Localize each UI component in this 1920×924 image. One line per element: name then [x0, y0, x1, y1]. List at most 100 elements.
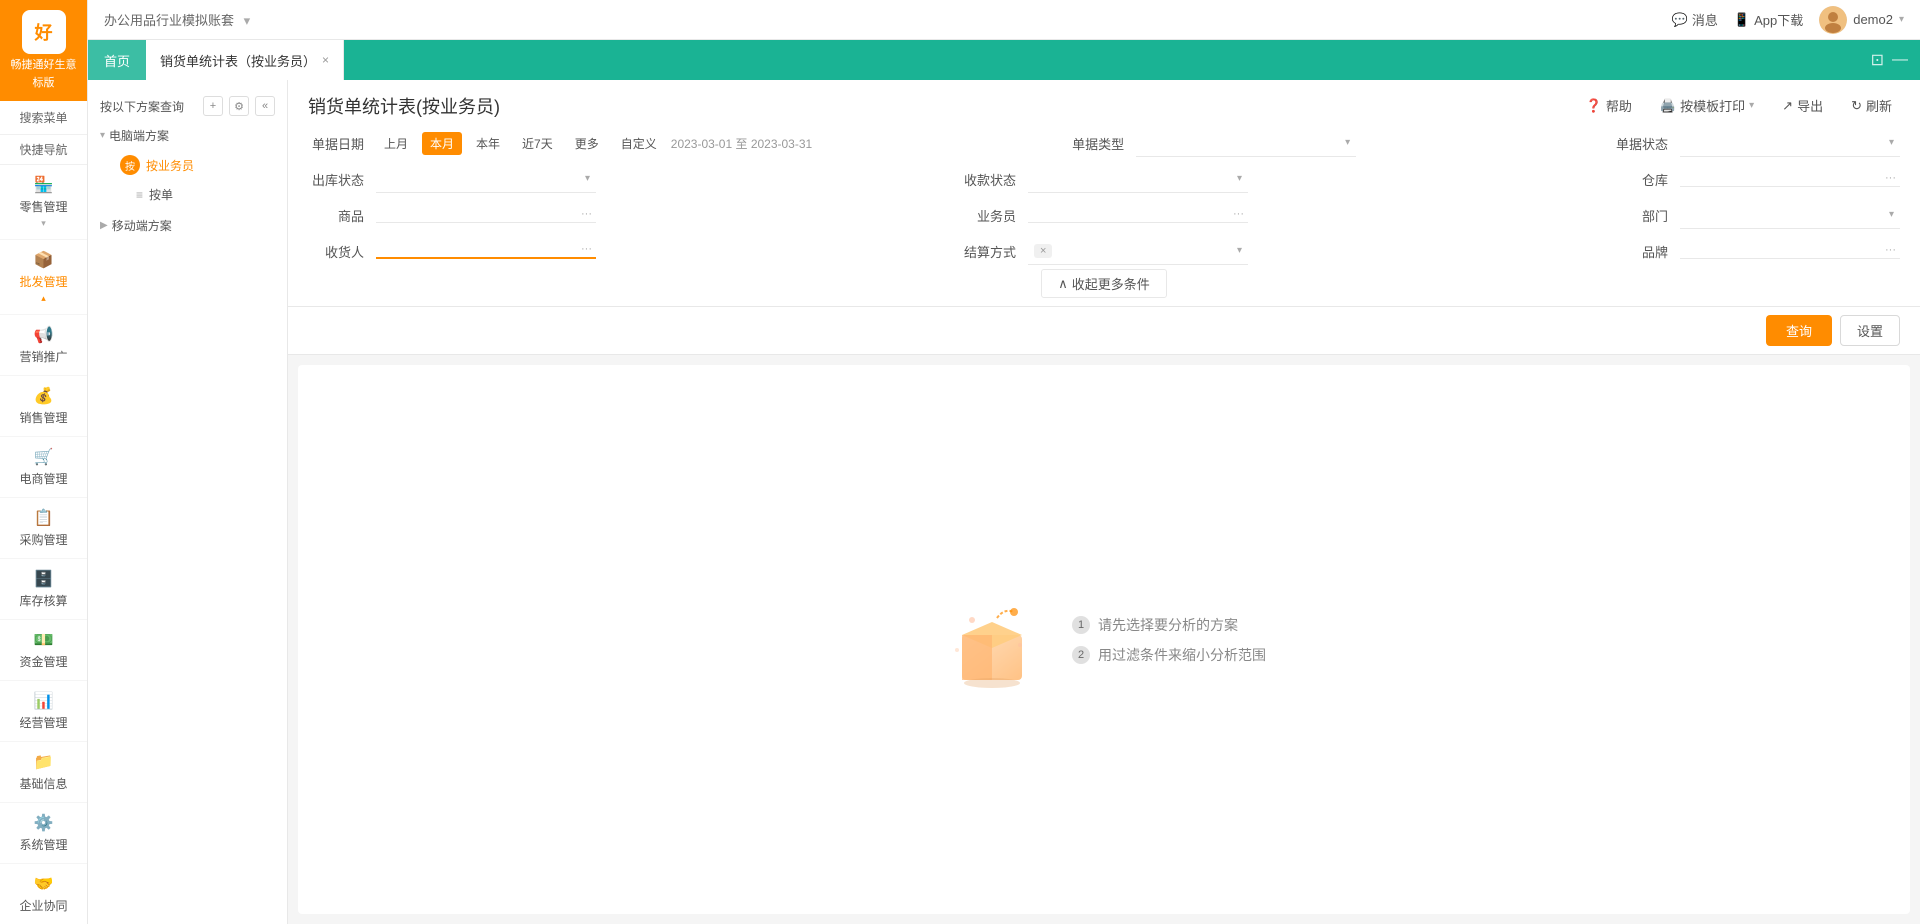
- print-icon: 🖨️: [1660, 98, 1676, 114]
- empty-num-2: 2: [1072, 646, 1090, 664]
- warehouse-cell: ···: [1680, 172, 1900, 187]
- sub-item-label: 按单: [149, 186, 173, 203]
- wholesale-icon: 📦: [34, 250, 54, 270]
- plan-sub-item-order[interactable]: ≡ 按单: [88, 181, 287, 208]
- type-arrow: ▾: [1345, 137, 1350, 148]
- page-title: 销货单统计表(按业务员): [308, 93, 500, 119]
- account-dropdown-arrow[interactable]: ▾: [244, 13, 251, 28]
- date-range-text: 2023-03-01 至 2023-03-31: [671, 135, 812, 152]
- sidebar-item-retail[interactable]: 🏪 零售管理 ▾: [0, 165, 87, 240]
- date-more-btn[interactable]: 更多: [567, 132, 607, 155]
- logo-icon: 好: [22, 10, 66, 54]
- enterprise-icon: 🤝: [34, 874, 54, 894]
- tabbar: 首页 销货单统计表（按业务员） × ⊡ —: [88, 40, 1920, 80]
- warehouse-more-btn[interactable]: ···: [1881, 172, 1900, 184]
- date-group: 上月 本月 本年 近7天 更多 自定义 2023-03-01 至 2023-03…: [376, 132, 812, 155]
- date-this-year-btn[interactable]: 本年: [468, 132, 508, 155]
- page-header-actions: ❓ 帮助 🖨️ 按模板打印 ▾ ↗ 导出 ↻: [1578, 92, 1900, 119]
- salesman-label: 业务员: [960, 206, 1016, 225]
- dept-arrow: ▾: [1889, 209, 1894, 220]
- sidebar-search[interactable]: 搜索菜单: [0, 101, 87, 135]
- filter-collapse-btn-container: ∧ 收起更多条件: [308, 269, 1900, 298]
- plan-item-label: 按业务员: [146, 157, 194, 174]
- help-button[interactable]: ❓ 帮助: [1578, 92, 1640, 119]
- right-content: 销货单统计表(按业务员) ❓ 帮助 🖨️ 按模板打印 ▾ ↗: [288, 80, 1920, 924]
- sidebar-item-inventory[interactable]: 🗄️ 库存核算: [0, 559, 87, 620]
- tab-close-button[interactable]: ×: [322, 54, 329, 66]
- sidebar-item-marketing[interactable]: 📢 营销推广: [0, 315, 87, 376]
- msg-label: 消息: [1692, 10, 1718, 29]
- salesman-more-btn[interactable]: ···: [1229, 208, 1248, 220]
- salesman-plan-icon: 按: [120, 155, 140, 175]
- sidebar-logo[interactable]: 好 畅捷通好生意 标版: [0, 0, 87, 101]
- collapse-panel-button[interactable]: «: [255, 96, 275, 116]
- type-select[interactable]: ▾: [1136, 129, 1356, 157]
- app-download-label: App下载: [1754, 10, 1803, 29]
- desktop-group-header[interactable]: ▾ 电脑端方案: [88, 122, 287, 149]
- mobile-group-header[interactable]: ▶ 移动端方案: [88, 212, 287, 239]
- empty-tip-1-text: 请先选择要分析的方案: [1098, 615, 1238, 635]
- sidebar-item-system[interactable]: ⚙️ 系统管理: [0, 803, 87, 864]
- sidebar-item-label: 销售管理: [19, 409, 67, 426]
- topbar: 办公用品行业模拟账套 ▾ 💬 消息 📱 App下载 demo2 ▾: [88, 0, 1920, 40]
- tab-minimize-button[interactable]: —: [1892, 51, 1908, 69]
- sidebar-item-label: 企业协同: [19, 897, 67, 914]
- sidebar-item-basic[interactable]: 📁 基础信息: [0, 742, 87, 803]
- filter-row-3: 商品 ··· 业务员 ··· 部门: [308, 201, 1900, 229]
- sidebar-item-purchase[interactable]: 📋 采购管理: [0, 498, 87, 559]
- desktop-plan-group: ▾ 电脑端方案 按 按业务员 ≡ 按单: [88, 122, 287, 208]
- query-button[interactable]: 查询: [1766, 315, 1832, 346]
- settlement-tag-close[interactable]: ×: [1040, 245, 1046, 257]
- sidebar-item-operations[interactable]: 📊 经营管理: [0, 681, 87, 742]
- brand-more-btn[interactable]: ···: [1881, 244, 1900, 256]
- receiver-more-btn[interactable]: ···: [577, 243, 596, 255]
- sidebar-item-finance[interactable]: 💵 资金管理: [0, 620, 87, 681]
- dept-label: 部门: [1612, 206, 1668, 225]
- date-custom-btn[interactable]: 自定义: [613, 132, 665, 155]
- dept-select[interactable]: ▾: [1680, 201, 1900, 229]
- print-button[interactable]: 🖨️ 按模板打印 ▾: [1652, 92, 1762, 119]
- print-arrow: ▾: [1749, 100, 1754, 111]
- sidebar-item-enterprise[interactable]: 🤝 企业协同: [0, 864, 87, 924]
- settings-button[interactable]: 设置: [1840, 315, 1900, 346]
- settlement-select[interactable]: × ▾: [1028, 237, 1248, 265]
- stock-select[interactable]: ▾: [376, 165, 596, 193]
- empty-tip-1: 1 请先选择要分析的方案: [1072, 615, 1266, 635]
- sidebar-item-ecommerce[interactable]: 🛒 电商管理: [0, 437, 87, 498]
- user-dropdown-arrow: ▾: [1899, 14, 1904, 25]
- sidebar-item-label: 营销推广: [19, 348, 67, 365]
- plan-item-salesman[interactable]: 按 按业务员: [88, 149, 287, 181]
- user-menu[interactable]: demo2 ▾: [1819, 6, 1904, 34]
- date-last7-btn[interactable]: 近7天: [514, 132, 561, 155]
- collapse-label: 收起更多条件: [1072, 274, 1150, 293]
- mobile-plan-group: ▶ 移动端方案: [88, 212, 287, 239]
- export-button[interactable]: ↗ 导出: [1774, 92, 1831, 119]
- goods-more-btn[interactable]: ···: [577, 208, 596, 220]
- left-panel-header-label: 按以下方案查询: [100, 98, 184, 115]
- tab-restore-button[interactable]: ⊡: [1871, 50, 1884, 70]
- collapse-filter-button[interactable]: ∧ 收起更多条件: [1041, 269, 1167, 298]
- wholesale-arrow: ▴: [41, 293, 46, 304]
- retail-icon: 🏪: [34, 175, 54, 195]
- filter-area: 单据日期 上月 本月 本年 近7天 更多 自定义 2023-03-01 至 20…: [308, 129, 1900, 298]
- empty-state: 1 请先选择要分析的方案 2 用过滤条件来缩小分析范围: [298, 365, 1910, 914]
- date-last-month-btn[interactable]: 上月: [376, 132, 416, 155]
- settings-plan-button[interactable]: ⚙: [229, 96, 249, 116]
- empty-tip-2-text: 用过滤条件来缩小分析范围: [1098, 645, 1266, 665]
- sidebar-item-label: 批发管理: [19, 273, 67, 290]
- sidebar-quicknav[interactable]: 快捷导航: [0, 135, 87, 165]
- status-select[interactable]: ▾: [1680, 129, 1900, 157]
- tab-home[interactable]: 首页: [88, 40, 146, 80]
- payment-select[interactable]: ▾: [1028, 165, 1248, 193]
- refresh-button[interactable]: ↻ 刷新: [1843, 92, 1900, 119]
- sidebar-item-sales[interactable]: 💰 销售管理: [0, 376, 87, 437]
- msg-button[interactable]: 💬 消息: [1672, 10, 1718, 29]
- add-plan-button[interactable]: +: [203, 96, 223, 116]
- sidebar-item-wholesale[interactable]: 📦 批发管理 ▴: [0, 240, 87, 315]
- refresh-label: 刷新: [1866, 96, 1892, 115]
- app-download-button[interactable]: 📱 App下载: [1734, 10, 1803, 29]
- tab-current[interactable]: 销货单统计表（按业务员） ×: [146, 40, 344, 80]
- date-this-month-btn[interactable]: 本月: [422, 132, 462, 155]
- purchase-icon: 📋: [34, 508, 54, 528]
- logo-text: 畅捷通好生意: [11, 58, 77, 72]
